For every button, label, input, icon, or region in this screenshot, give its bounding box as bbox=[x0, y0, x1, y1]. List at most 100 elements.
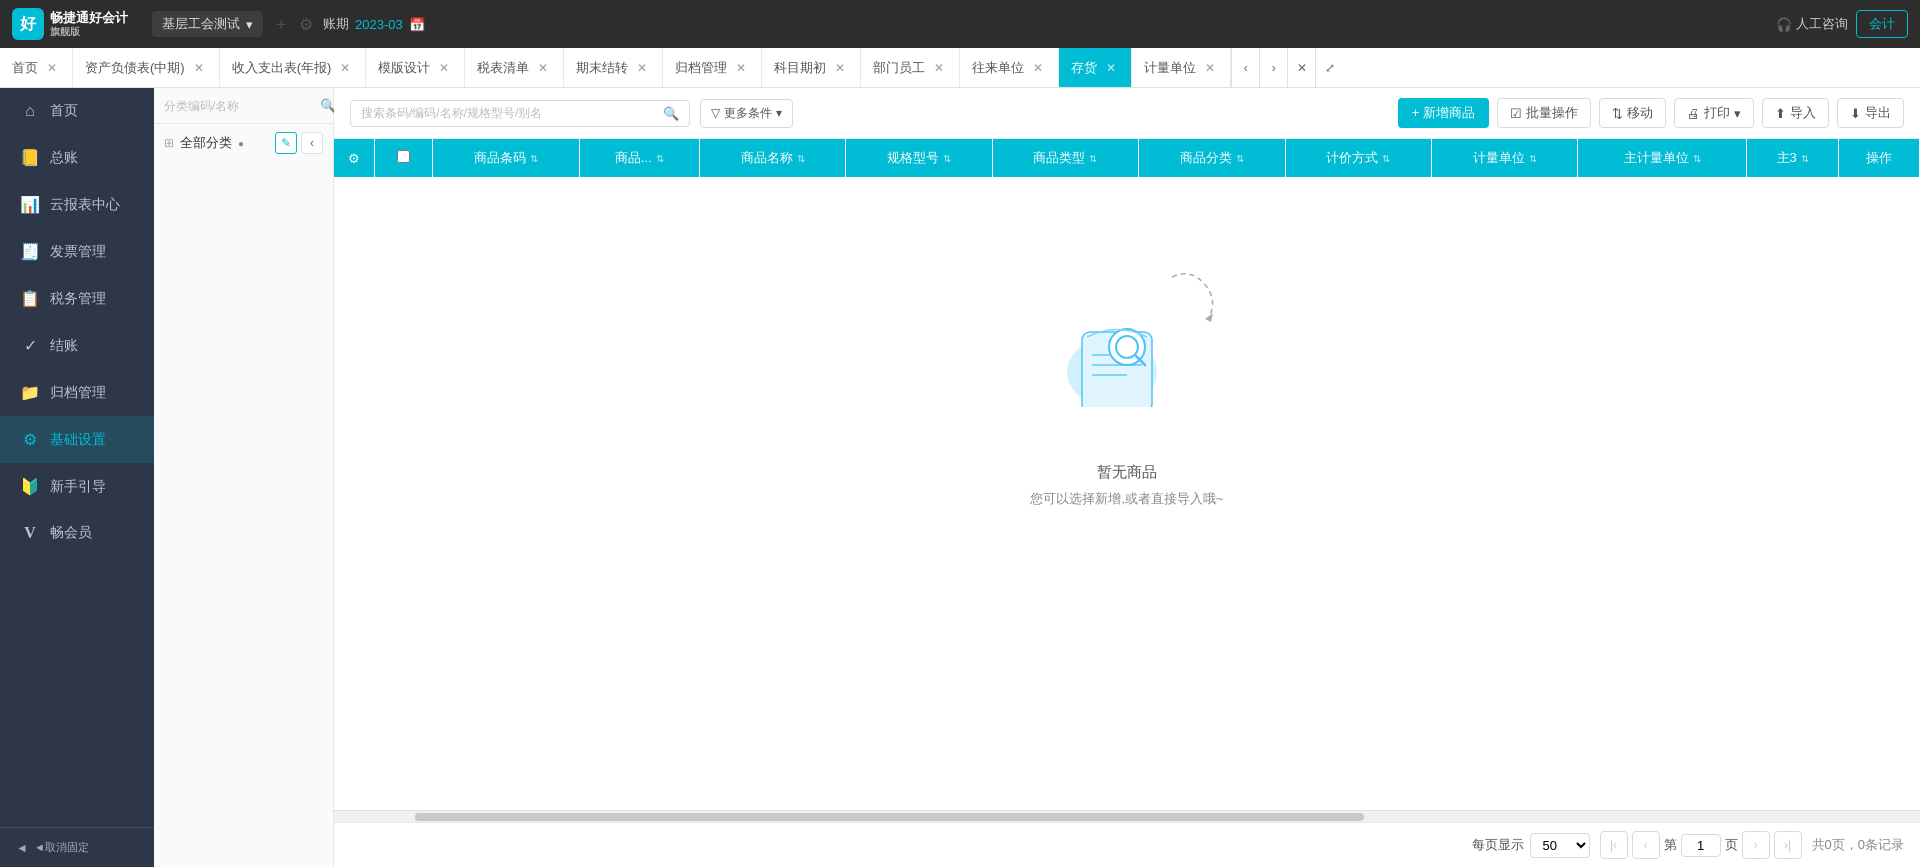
sidebar-item-report[interactable]: 📊 云报表中心 bbox=[0, 181, 154, 228]
chevron-down-filter-icon: ▾ bbox=[776, 106, 782, 120]
tab-template[interactable]: 模版设计 ✕ bbox=[366, 48, 465, 87]
th-price-method[interactable]: 计价方式⇅ bbox=[1285, 139, 1431, 177]
th-category[interactable]: 商品分类⇅ bbox=[1139, 139, 1285, 177]
th-code[interactable]: 商品...⇅ bbox=[579, 139, 699, 177]
category-panel: 🔍 ⊞ 全部分类 ● ✎ ‹ bbox=[154, 88, 334, 867]
product-search-input[interactable] bbox=[361, 106, 657, 120]
page-number-input[interactable] bbox=[1681, 834, 1721, 857]
tab-close-subject[interactable]: ✕ bbox=[832, 60, 848, 76]
tab-close-home[interactable]: ✕ bbox=[44, 60, 60, 76]
tab-home[interactable]: 首页 ✕ bbox=[0, 48, 73, 87]
th-col3[interactable]: 主3⇅ bbox=[1747, 139, 1839, 177]
tab-close-balance[interactable]: ✕ bbox=[191, 60, 207, 76]
category-search-input[interactable] bbox=[164, 99, 314, 113]
th-type[interactable]: 商品类型⇅ bbox=[992, 139, 1138, 177]
sidebar-item-archive[interactable]: 📁 归档管理 bbox=[0, 369, 154, 416]
tab-period-end[interactable]: 期末结转 ✕ bbox=[564, 48, 663, 87]
first-page-button[interactable]: |‹ bbox=[1600, 831, 1628, 859]
tab-archive[interactable]: 归档管理 ✕ bbox=[663, 48, 762, 87]
tab-subject[interactable]: 科目期初 ✕ bbox=[762, 48, 861, 87]
batch-operate-button[interactable]: ☑ 批量操作 bbox=[1497, 98, 1591, 128]
add-product-button[interactable]: + 新增商品 bbox=[1398, 98, 1489, 128]
tab-close-inventory[interactable]: ✕ bbox=[1103, 60, 1119, 76]
inventory-container: 🔍 ⊞ 全部分类 ● ✎ ‹ bbox=[154, 88, 1920, 867]
tab-department[interactable]: 部门员工 ✕ bbox=[861, 48, 960, 87]
tab-close-period-end[interactable]: ✕ bbox=[634, 60, 650, 76]
tab-period-end-label: 期末结转 bbox=[576, 59, 628, 77]
sidebar-item-settings[interactable]: ⚙ 基础设置 bbox=[0, 416, 154, 463]
sidebar-label-ledger: 总账 bbox=[50, 149, 78, 167]
sidebar-item-member[interactable]: V 畅会员 bbox=[0, 510, 154, 556]
report-icon: 📊 bbox=[20, 195, 40, 214]
sidebar-item-invoice[interactable]: 🧾 发票管理 bbox=[0, 228, 154, 275]
product-table: ⚙ 商品条码⇅ 商品...⇅ bbox=[334, 139, 1920, 577]
page-size-selector: 每页显示 50 20 100 200 bbox=[1472, 833, 1590, 858]
th-unit[interactable]: 计量单位⇅ bbox=[1432, 139, 1578, 177]
sidebar-item-home[interactable]: ⌂ 首页 bbox=[0, 88, 154, 134]
export-button[interactable]: ⬇ 导出 bbox=[1837, 98, 1904, 128]
collapse-category-button[interactable]: ‹ bbox=[301, 132, 323, 154]
sidebar-item-guide[interactable]: 🔰 新手引导 bbox=[0, 463, 154, 510]
app-edition: 旗舰版 bbox=[50, 26, 128, 38]
tab-close-all-button[interactable]: ✕ bbox=[1287, 48, 1315, 87]
tab-close-template[interactable]: ✕ bbox=[436, 60, 452, 76]
company-selector[interactable]: 基层工会测试 ▾ bbox=[152, 11, 263, 37]
sidebar-label-tax: 税务管理 bbox=[50, 290, 106, 308]
prev-page-button[interactable]: ‹ bbox=[1632, 831, 1660, 859]
filter-icon: ▽ bbox=[711, 106, 720, 120]
calendar-icon[interactable]: 📅 bbox=[409, 17, 425, 32]
tab-inventory[interactable]: 存货 ✕ bbox=[1059, 48, 1132, 87]
print-button[interactable]: 🖨 打印 ▾ bbox=[1674, 98, 1754, 128]
next-page-button[interactable]: › bbox=[1742, 831, 1770, 859]
th-barcode[interactable]: 商品条码⇅ bbox=[433, 139, 579, 177]
tab-partner[interactable]: 往来单位 ✕ bbox=[960, 48, 1059, 87]
product-search-icon[interactable]: 🔍 bbox=[663, 106, 679, 121]
more-conditions-button[interactable]: ▽ 更多条件 ▾ bbox=[700, 99, 793, 128]
sidebar-item-close[interactable]: ✓ 结账 bbox=[0, 322, 154, 369]
page-size-dropdown[interactable]: 50 20 100 200 bbox=[1530, 833, 1590, 858]
tab-tax[interactable]: 税表清单 ✕ bbox=[465, 48, 564, 87]
sidebar-item-tax[interactable]: 📋 税务管理 bbox=[0, 275, 154, 322]
member-icon: V bbox=[20, 524, 40, 542]
last-page-button[interactable]: ›| bbox=[1774, 831, 1802, 859]
tab-unit[interactable]: 计量单位 ✕ bbox=[1132, 48, 1231, 87]
tab-close-unit[interactable]: ✕ bbox=[1202, 60, 1218, 76]
all-category-label[interactable]: 全部分类 bbox=[180, 134, 232, 152]
tab-close-income[interactable]: ✕ bbox=[337, 60, 353, 76]
import-button[interactable]: ⬆ 导入 bbox=[1762, 98, 1829, 128]
tab-close-archive[interactable]: ✕ bbox=[733, 60, 749, 76]
move-button[interactable]: ⇅ 移动 bbox=[1599, 98, 1666, 128]
scroll-thumb[interactable] bbox=[415, 813, 1364, 821]
horizontal-scrollbar[interactable] bbox=[334, 810, 1920, 822]
th-name[interactable]: 商品名称⇅ bbox=[699, 139, 845, 177]
select-all-checkbox[interactable] bbox=[397, 150, 410, 163]
tab-balance[interactable]: 资产负债表(中期) ✕ bbox=[73, 48, 220, 87]
tab-close-partner[interactable]: ✕ bbox=[1030, 60, 1046, 76]
tab-balance-label: 资产负债表(中期) bbox=[85, 59, 185, 77]
sort-code-icon: ⇅ bbox=[656, 153, 664, 164]
edit-category-button[interactable]: ✎ bbox=[275, 132, 297, 154]
tab-next-button[interactable]: › bbox=[1259, 48, 1287, 87]
tab-prev-button[interactable]: ‹ bbox=[1231, 48, 1259, 87]
tab-close-department[interactable]: ✕ bbox=[931, 60, 947, 76]
tab-income[interactable]: 收入支出表(年报) ✕ bbox=[220, 48, 367, 87]
per-page-label: 每页显示 bbox=[1472, 836, 1524, 854]
th-action: 操作 bbox=[1838, 139, 1919, 177]
tab-tax-label: 税表清单 bbox=[477, 59, 529, 77]
sidebar-collapse-button[interactable]: ◄ ◄取消固定 bbox=[0, 827, 154, 867]
toolbar: 🔍 ▽ 更多条件 ▾ + 新增商品 ☑ 批量操作 bbox=[334, 88, 1920, 139]
th-spec[interactable]: 规格型号⇅ bbox=[846, 139, 992, 177]
settings-icon[interactable]: ⚙ bbox=[299, 15, 313, 34]
th-main-unit[interactable]: 主计量单位⇅ bbox=[1578, 139, 1747, 177]
kuaiji-button[interactable]: 会计 bbox=[1856, 10, 1908, 38]
period-value: 2023-03 bbox=[355, 17, 403, 32]
print-chevron-icon: ▾ bbox=[1734, 106, 1741, 121]
th-checkbox[interactable] bbox=[374, 139, 433, 177]
tab-close-tax[interactable]: ✕ bbox=[535, 60, 551, 76]
add-tab-button[interactable]: ＋ bbox=[273, 14, 289, 35]
user-service-btn[interactable]: 🎧 人工咨询 bbox=[1776, 15, 1848, 33]
sidebar-item-ledger[interactable]: 📒 总账 bbox=[0, 134, 154, 181]
tab-unit-label: 计量单位 bbox=[1144, 59, 1196, 77]
th-settings[interactable]: ⚙ bbox=[334, 139, 374, 177]
tab-expand-button[interactable]: ⤢ bbox=[1315, 48, 1343, 87]
